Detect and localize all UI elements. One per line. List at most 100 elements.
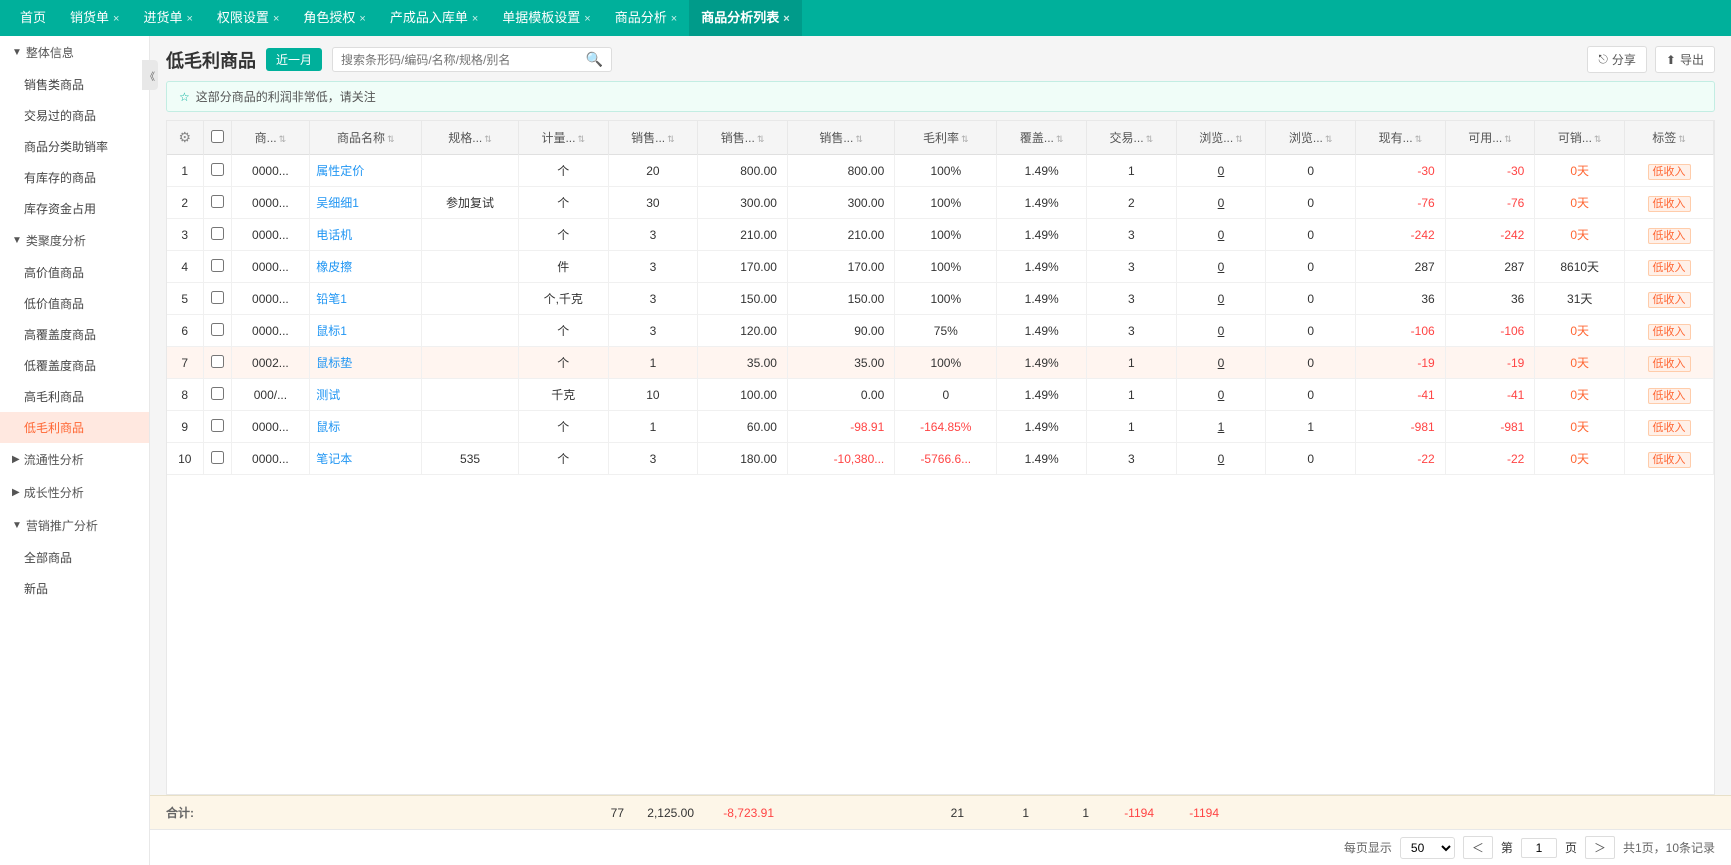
nav-roles-close[interactable]: × <box>359 13 365 25</box>
th-browse1[interactable]: 浏览...⇅ <box>1176 121 1266 155</box>
td-browse1[interactable]: 0 <box>1176 219 1266 251</box>
sidebar-item-high-coverage[interactable]: 高覆盖度商品 <box>0 319 149 350</box>
sidebar-item-category-assist[interactable]: 商品分类助销率 <box>0 131 149 162</box>
sidebar-item-low-margin[interactable]: 低毛利商品 <box>0 412 149 443</box>
td-browse1[interactable]: 0 <box>1176 283 1266 315</box>
filter-recent-month-btn[interactable]: 近一月 <box>266 48 322 71</box>
td-browse1[interactable]: 0 <box>1176 251 1266 283</box>
td-name[interactable]: 吴细细1 <box>310 187 422 219</box>
nav-purchase[interactable]: 进货单× <box>131 0 204 36</box>
td-browse1[interactable]: 1 <box>1176 411 1266 443</box>
sidebar-item-in-stock[interactable]: 有库存的商品 <box>0 162 149 193</box>
td-unit: 个,千克 <box>518 283 608 315</box>
td-browse1[interactable]: 0 <box>1176 315 1266 347</box>
th-tag[interactable]: 标签⇅ <box>1625 121 1714 155</box>
th-spec[interactable]: 规格...⇅ <box>422 121 519 155</box>
nav-product-entry[interactable]: 产成品入库单× <box>378 0 490 36</box>
nav-roles[interactable]: 角色授权× <box>291 0 377 36</box>
nav-permissions-close[interactable]: × <box>273 13 279 25</box>
row-checkbox[interactable] <box>211 451 224 464</box>
nav-purchase-close[interactable]: × <box>186 13 192 25</box>
td-browse1[interactable]: 0 <box>1176 379 1266 411</box>
sidebar-section-cluster[interactable]: ▼ 类聚度分析 <box>0 224 149 257</box>
th-sale-qty[interactable]: 销售...⇅ <box>608 121 698 155</box>
nav-sales[interactable]: 销货单× <box>58 0 131 36</box>
sidebar-section-overall[interactable]: ▼ 整体信息 <box>0 36 149 69</box>
per-page-select[interactable]: 50 20 100 <box>1400 837 1455 859</box>
sidebar-item-low-value[interactable]: 低价值商品 <box>0 288 149 319</box>
th-config[interactable]: ⚙ <box>167 121 203 155</box>
td-name[interactable]: 笔记本 <box>310 443 422 475</box>
th-current-stock[interactable]: 现有...⇅ <box>1356 121 1446 155</box>
th-name[interactable]: 商品名称⇅ <box>310 121 422 155</box>
nav-product-analysis-list[interactable]: 商品分析列表× <box>689 0 801 36</box>
row-checkbox[interactable] <box>211 323 224 336</box>
td-name[interactable]: 鼠标 <box>310 411 422 443</box>
row-checkbox[interactable] <box>211 419 224 432</box>
td-name[interactable]: 橡皮擦 <box>310 251 422 283</box>
nav-permissions[interactable]: 权限设置× <box>205 0 291 36</box>
row-checkbox[interactable] <box>211 227 224 240</box>
export-button[interactable]: ⬆ 导出 <box>1655 46 1715 73</box>
th-unit[interactable]: 计量...⇅ <box>518 121 608 155</box>
nav-product-analysis[interactable]: 商品分析× <box>603 0 689 36</box>
notice-icon: ☆ <box>179 90 190 104</box>
sidebar-section-circulation[interactable]: ▶ 流通性分析 <box>0 443 149 476</box>
select-all-checkbox[interactable] <box>211 130 224 143</box>
td-name[interactable]: 电话机 <box>310 219 422 251</box>
nav-product-analysis-list-close[interactable]: × <box>783 13 789 25</box>
nav-template-settings[interactable]: 单据模板设置× <box>490 0 602 36</box>
row-checkbox[interactable] <box>211 387 224 400</box>
sidebar-item-high-value[interactable]: 高价值商品 <box>0 257 149 288</box>
td-name[interactable]: 属性定价 <box>310 155 422 187</box>
nav-product-analysis-close[interactable]: × <box>671 13 677 25</box>
td-name[interactable]: 鼠标1 <box>310 315 422 347</box>
th-gross-rate[interactable]: 毛利率⇅ <box>895 121 997 155</box>
td-browse1[interactable]: 0 <box>1176 155 1266 187</box>
sidebar-item-traded[interactable]: 交易过的商品 <box>0 100 149 131</box>
sidebar-section-marketing[interactable]: ▼ 营销推广分析 <box>0 509 149 542</box>
nav-sales-close[interactable]: × <box>113 13 119 25</box>
th-sale-price[interactable]: 销售...⇅ <box>698 121 788 155</box>
td-name[interactable]: 测试 <box>310 379 422 411</box>
th-cover-rate[interactable]: 覆盖...⇅ <box>997 121 1087 155</box>
prev-page-btn[interactable]: ＜ <box>1463 836 1493 859</box>
nav-home[interactable]: 首页 <box>8 0 58 36</box>
sidebar-collapse-btn[interactable]: 《 <box>142 60 158 90</box>
td-unit: 个 <box>518 315 608 347</box>
th-browse2[interactable]: 浏览...⇅ <box>1266 121 1356 155</box>
arrow-right-icon: ▶ <box>12 454 20 465</box>
th-trade-count[interactable]: 交易...⇅ <box>1087 121 1177 155</box>
row-checkbox[interactable] <box>211 291 224 304</box>
td-name[interactable]: 铅笔1 <box>310 283 422 315</box>
config-icon[interactable]: ⚙ <box>178 129 191 145</box>
td-spec: 参加复试 <box>422 187 519 219</box>
td-browse1[interactable]: 0 <box>1176 443 1266 475</box>
td-browse1[interactable]: 0 <box>1176 347 1266 379</box>
sidebar-item-sales-products[interactable]: 销售类商品 <box>0 69 149 100</box>
th-saleable[interactable]: 可销...⇅ <box>1535 121 1625 155</box>
sidebar-item-all-products[interactable]: 全部商品 <box>0 542 149 573</box>
sidebar-item-stock-capital[interactable]: 库存资金占用 <box>0 193 149 224</box>
row-checkbox[interactable] <box>211 163 224 176</box>
page-num-input[interactable] <box>1521 838 1557 858</box>
th-available[interactable]: 可用...⇅ <box>1445 121 1535 155</box>
next-page-btn[interactable]: ＞ <box>1585 836 1615 859</box>
sidebar-item-low-coverage[interactable]: 低覆盖度商品 <box>0 350 149 381</box>
sidebar-item-new-products[interactable]: 新品 <box>0 573 149 604</box>
sidebar-item-high-margin[interactable]: 高毛利商品 <box>0 381 149 412</box>
search-input[interactable] <box>341 53 586 67</box>
th-sale-amount[interactable]: 销售...⇅ <box>787 121 894 155</box>
nav-template-settings-close[interactable]: × <box>584 13 590 25</box>
td-browse1[interactable]: 0 <box>1176 187 1266 219</box>
share-button[interactable]: ⎋ 分享 <box>1587 46 1647 73</box>
search-icon[interactable]: 🔍 <box>586 51 603 68</box>
sidebar-section-growth[interactable]: ▶ 成长性分析 <box>0 476 149 509</box>
th-code[interactable]: 商...⇅ <box>231 121 310 155</box>
td-name[interactable]: 鼠标垫 <box>310 347 422 379</box>
td-unit: 个 <box>518 187 608 219</box>
nav-product-entry-close[interactable]: × <box>472 13 478 25</box>
row-checkbox[interactable] <box>211 259 224 272</box>
row-checkbox[interactable] <box>211 195 224 208</box>
row-checkbox[interactable] <box>211 355 224 368</box>
